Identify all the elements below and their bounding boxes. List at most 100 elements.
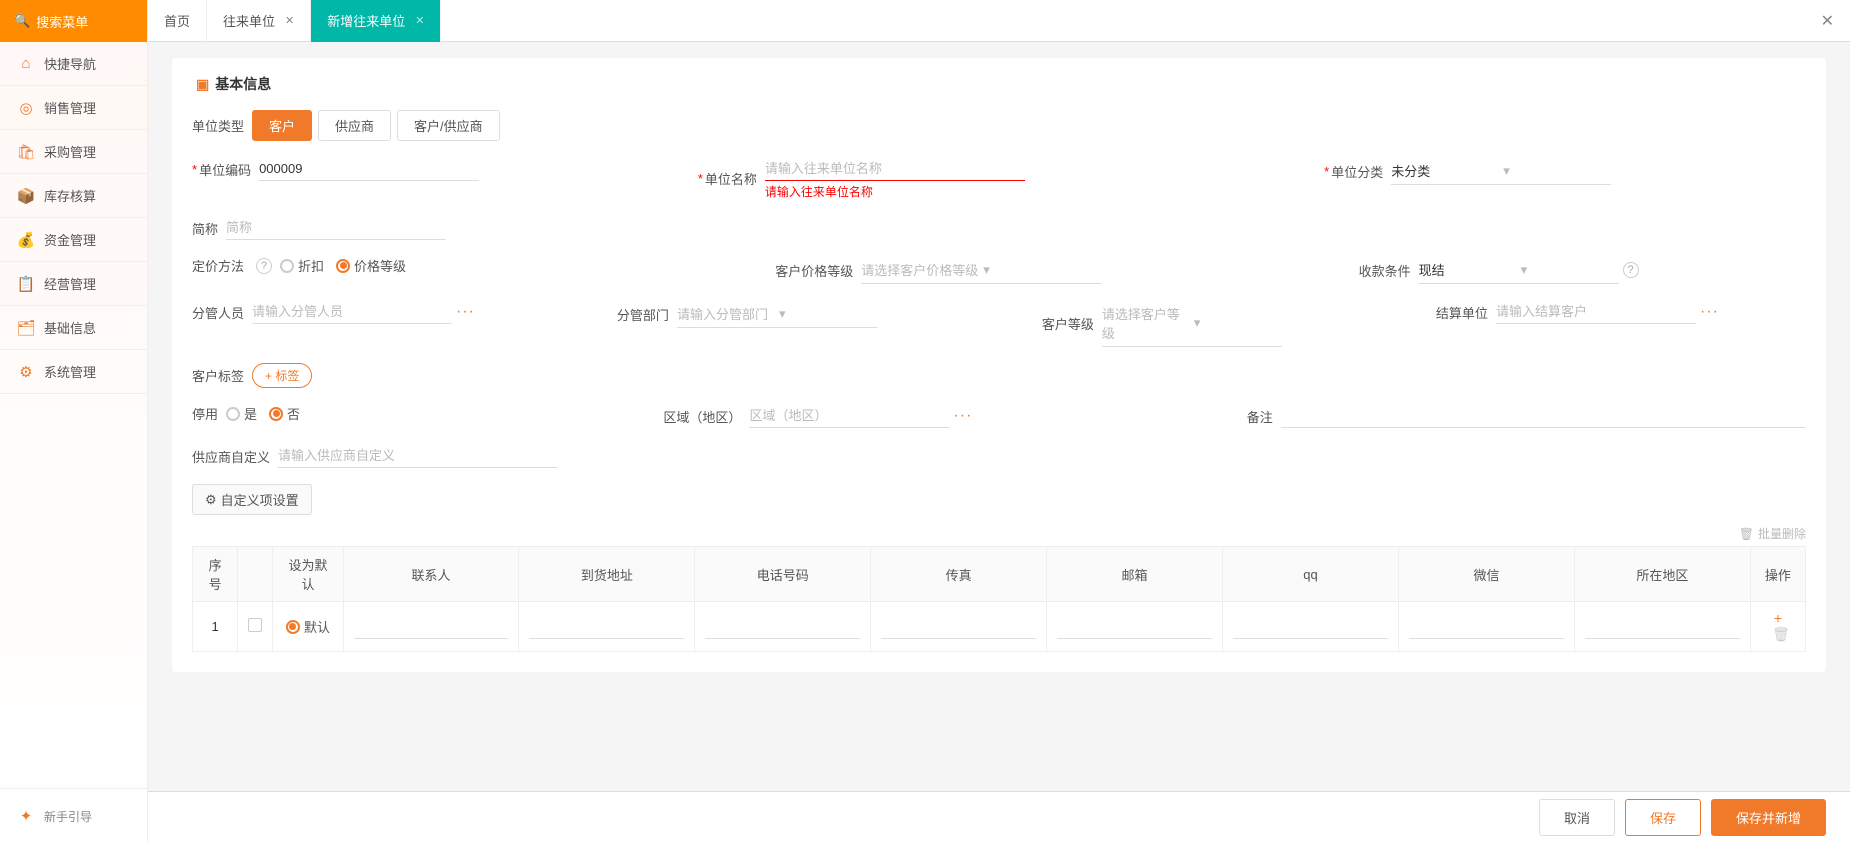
settlement-more-button[interactable]: ··· — [1696, 303, 1723, 321]
short-name-group: 简称 — [192, 216, 1782, 240]
unit-name-input[interactable] — [765, 157, 1025, 181]
remark-label: 备注 — [1247, 407, 1273, 426]
email-input[interactable] — [1057, 615, 1212, 639]
unit-category-group: * 单位分类 未分类 ▾ — [1324, 157, 1806, 185]
radio-price-level-circle — [336, 259, 350, 273]
radio-discount[interactable]: 折扣 — [280, 256, 324, 275]
delete-row-button[interactable]: 🗑 — [1772, 626, 1790, 642]
unit-type-group: 单位类型 客户 供应商 客户/供应商 — [192, 110, 1806, 141]
search-menu-button[interactable]: 🔍 搜索菜单 — [0, 0, 147, 42]
unit-code-group: * 单位编码 — [192, 157, 674, 181]
type-btn-customer[interactable]: 客户 — [252, 110, 312, 141]
settlement-input[interactable] — [1496, 300, 1696, 324]
payment-terms-select[interactable]: 现结 ▾ — [1419, 256, 1619, 284]
sidebar-item-finance[interactable]: 💰 资金管理 — [0, 218, 147, 262]
home-icon: ⌂ — [16, 55, 36, 72]
save-button[interactable]: 保存 — [1625, 799, 1701, 836]
sidebar-item-label: 库存核算 — [44, 186, 96, 205]
footer: 取消 保存 保存并新增 — [148, 791, 1850, 843]
guide-icon: ✦ — [16, 807, 36, 825]
radio-price-level[interactable]: 价格等级 — [336, 256, 406, 275]
cancel-button[interactable]: 取消 — [1539, 799, 1615, 836]
phone-input[interactable] — [705, 615, 860, 639]
sidebar-item-new-guide[interactable]: ✦ 新手引导 — [0, 797, 147, 835]
sidebar-item-operations[interactable]: 📋 经营管理 — [0, 262, 147, 306]
customer-tag-group: 客户标签 + 标签 — [192, 363, 1806, 388]
payment-help-icon[interactable]: ? — [1623, 262, 1639, 278]
fax-input[interactable] — [881, 615, 1036, 639]
sales-icon: ◎ — [16, 99, 36, 117]
row-default-radio[interactable]: 默认 — [283, 617, 332, 636]
row-contact[interactable] — [343, 602, 519, 652]
row-region[interactable] — [1574, 602, 1750, 652]
save-new-button[interactable]: 保存并新增 — [1711, 799, 1826, 836]
row-wechat[interactable] — [1399, 602, 1575, 652]
col-region: 所在地区 — [1574, 547, 1750, 602]
batch-delete-button[interactable]: 🗑 批量删除 — [192, 525, 1806, 542]
type-btn-both[interactable]: 客户/供应商 — [397, 110, 500, 141]
pricing-row: 定价方法 ? 折扣 价格等级 — [192, 256, 1806, 284]
manager-more-button[interactable]: ··· — [452, 303, 479, 321]
sidebar-item-quick-nav[interactable]: ⌂ 快捷导航 — [0, 42, 147, 86]
qq-input[interactable] — [1233, 615, 1388, 639]
customer-price-select[interactable]: 请选择客户价格等级 ▾ — [861, 256, 1101, 284]
region-input[interactable] — [749, 404, 949, 428]
unit-category-select[interactable]: 未分类 ▾ — [1391, 157, 1611, 185]
tab-counterparty[interactable]: 往来单位 ✕ — [207, 0, 311, 42]
sidebar-item-label: 快捷导航 — [44, 54, 96, 73]
radio-yes[interactable]: 是 — [226, 404, 257, 423]
manager-input[interactable] — [252, 300, 452, 324]
section-title: ▣ 基本信息 — [192, 74, 1806, 94]
unit-name-label: 单位名称 — [705, 169, 757, 188]
payment-terms-group: 收款条件 现结 ▾ ? — [1359, 256, 1806, 284]
unit-code-input[interactable] — [259, 157, 479, 181]
basic-info-icon: 🗂 — [16, 319, 36, 337]
close-all-button[interactable]: ✕ — [1805, 11, 1850, 31]
sidebar-item-label: 经营管理 — [44, 274, 96, 293]
customer-tag-label: 客户标签 — [192, 366, 244, 385]
remark-input[interactable] — [1281, 404, 1806, 428]
contact-input[interactable] — [354, 615, 509, 639]
sidebar-item-label: 系统管理 — [44, 362, 96, 381]
tab-new-counterparty[interactable]: 新增往来单位 ✕ — [311, 0, 441, 42]
row-phone[interactable] — [695, 602, 871, 652]
pricing-help-icon[interactable]: ? — [256, 258, 272, 274]
col-qq: qq — [1222, 547, 1398, 602]
wechat-input[interactable] — [1409, 615, 1564, 639]
system-icon: ⚙ — [16, 363, 36, 381]
custom-settings-label: 自定义项设置 — [221, 490, 299, 509]
row-checkbox-inner[interactable] — [248, 618, 262, 632]
sidebar-item-system[interactable]: ⚙ 系统管理 — [0, 350, 147, 394]
custom-settings-button[interactable]: ⚙ 自定义项设置 — [192, 484, 312, 515]
radio-no[interactable]: 否 — [269, 404, 300, 423]
row-fax[interactable] — [871, 602, 1047, 652]
pricing-method-label: 定价方法 — [192, 256, 244, 275]
type-btn-supplier[interactable]: 供应商 — [318, 110, 391, 141]
col-wechat: 微信 — [1399, 547, 1575, 602]
sidebar-item-sales[interactable]: ◎ 销售管理 — [0, 86, 147, 130]
row-address[interactable] — [519, 602, 695, 652]
customer-level-select[interactable]: 请选择客户等级 ▾ — [1102, 300, 1282, 347]
tab-home-label: 首页 — [164, 11, 190, 30]
add-tag-button[interactable]: + 标签 — [252, 363, 312, 388]
address-input[interactable] — [529, 615, 684, 639]
row-qq[interactable] — [1222, 602, 1398, 652]
short-name-input[interactable] — [226, 216, 446, 240]
sidebar-item-purchase[interactable]: 🛍 采购管理 — [0, 130, 147, 174]
chevron-down-icon: ▾ — [983, 262, 1101, 278]
department-group: 分管部门 请输入分管部门 ▾ — [617, 300, 1018, 328]
add-row-button[interactable]: + — [1774, 610, 1782, 626]
sidebar-item-inventory[interactable]: 📦 库存核算 — [0, 174, 147, 218]
tab-home[interactable]: 首页 — [148, 0, 207, 42]
region-input-row[interactable] — [1585, 615, 1740, 639]
supplier-custom-input[interactable] — [278, 444, 558, 468]
department-select[interactable]: 请输入分管部门 ▾ — [677, 300, 877, 328]
customer-tag-row: 客户标签 + 标签 — [192, 363, 1806, 388]
tab-counterparty-close[interactable]: ✕ — [285, 14, 294, 27]
tab-new-counterparty-close[interactable]: ✕ — [415, 14, 424, 27]
row-email[interactable] — [1047, 602, 1223, 652]
region-more-button[interactable]: ··· — [949, 407, 976, 425]
tab-bar: 首页 往来单位 ✕ 新增往来单位 ✕ ✕ — [148, 0, 1850, 42]
sidebar-item-basic-info[interactable]: 🗂 基础信息 — [0, 306, 147, 350]
row-checkbox[interactable] — [238, 602, 273, 652]
